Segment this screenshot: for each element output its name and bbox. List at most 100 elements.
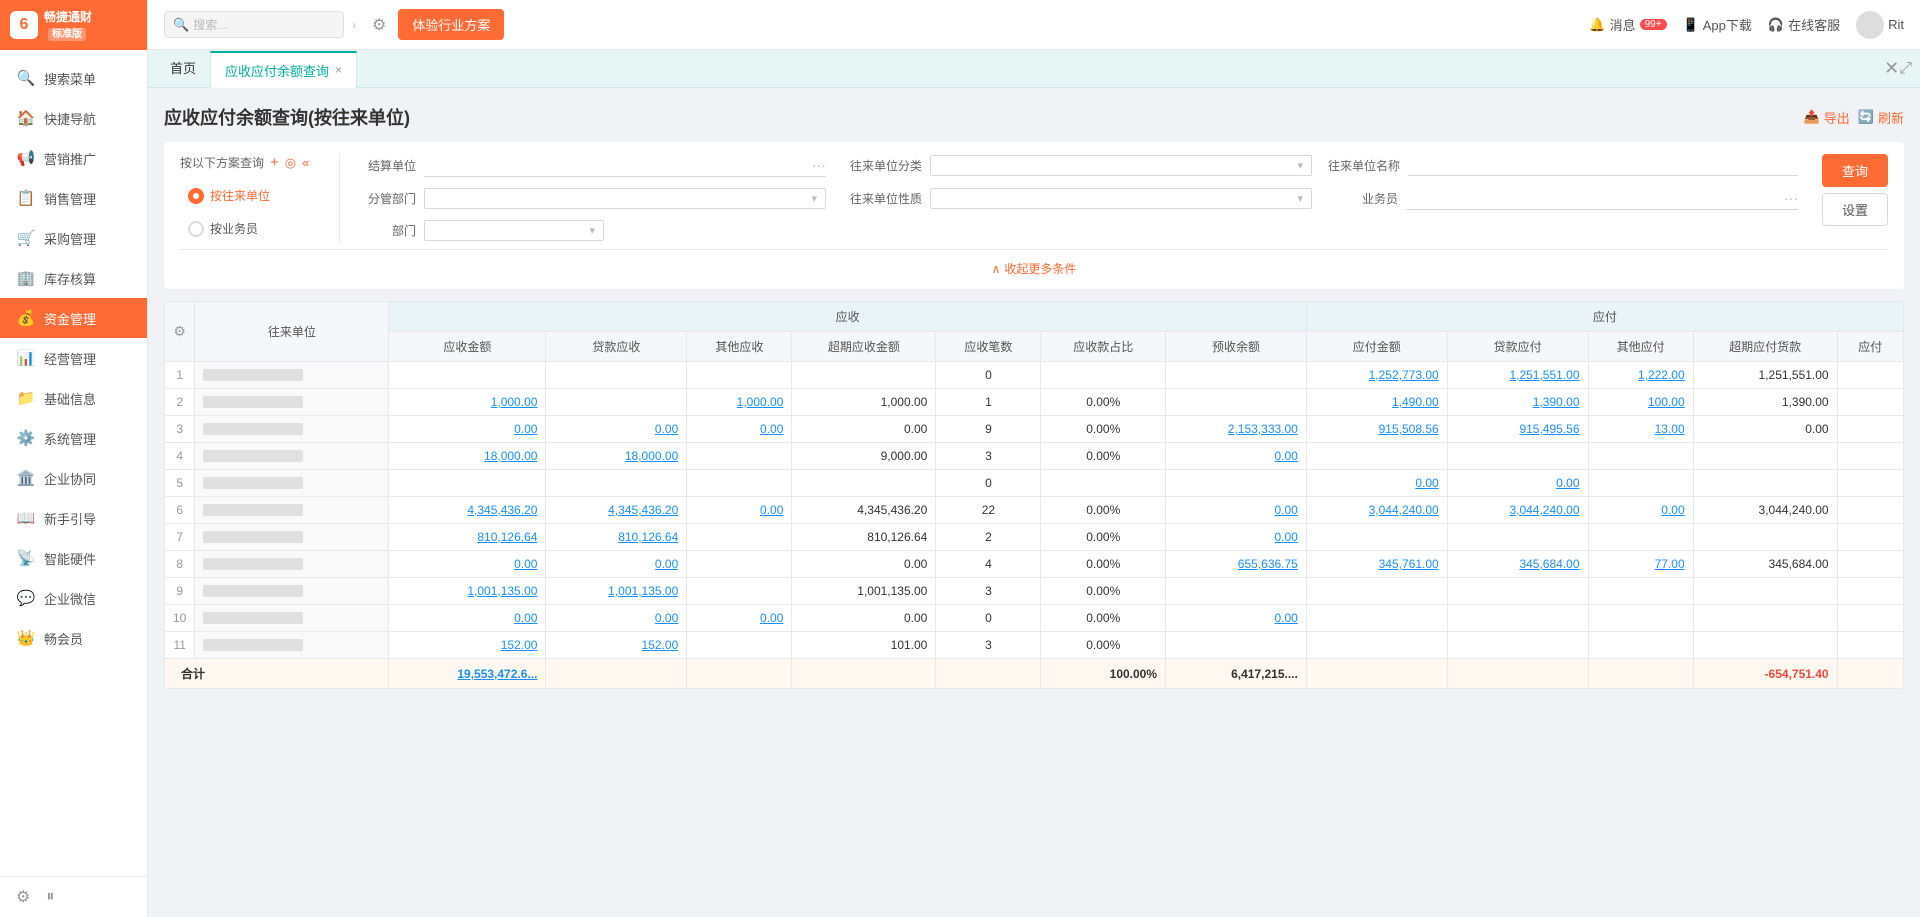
cell-recv-ratio	[1041, 362, 1166, 389]
table-row: 4 18,000.00 18,000.00 9,000.00 3 0.00% 0…	[165, 443, 1904, 470]
app-download-btn[interactable]: 📱 App下载	[1683, 15, 1752, 34]
total-recv-prepay: 6,417,215....	[1166, 659, 1307, 689]
cell-pay-amount: 1,490.00	[1306, 389, 1447, 416]
sidebar-item-basic[interactable]: 📁 基础信息	[0, 378, 147, 418]
sidebar-item-sales[interactable]: 📋 销售管理	[0, 178, 147, 218]
cell-num: 5	[165, 470, 195, 497]
sidebar-item-operation[interactable]: 📊 经营管理	[0, 338, 147, 378]
user-menu[interactable]: Rit	[1856, 11, 1904, 39]
sidebar-item-marketing[interactable]: 📢 营销推广	[0, 138, 147, 178]
cell-recv-loan: 1,001,135.00	[546, 578, 687, 605]
salesman-input[interactable]: ···	[1406, 187, 1798, 210]
cell-partner	[195, 389, 389, 416]
method-salesman[interactable]: 按业务员	[180, 214, 327, 243]
cell-recv-prepay: 0.00	[1166, 497, 1307, 524]
sidebar-collapse-icon[interactable]: ⏸	[46, 888, 54, 906]
cell-pay-loan: 0.00	[1447, 470, 1588, 497]
cell-recv-overdue: 1,000.00	[792, 389, 936, 416]
export-btn[interactable]: 📤 导出	[1804, 108, 1850, 127]
tab-home[interactable]: 首页	[156, 50, 210, 87]
dept-select[interactable]: ▾	[424, 220, 604, 241]
tab-close-icon[interactable]: ×	[335, 63, 342, 77]
fenguan-chevron: ▾	[811, 192, 817, 205]
sidebar-item-finance[interactable]: 💰 资金管理	[0, 298, 147, 338]
cell-recv-other: 1,000.00	[687, 389, 792, 416]
settings-btn[interactable]: 设置	[1822, 193, 1888, 226]
cell-recv-other	[687, 632, 792, 659]
jiesuan-text-input[interactable]	[424, 158, 812, 172]
sidebar-item-search-menu[interactable]: 🔍 搜索菜单	[0, 58, 147, 98]
sidebar-item-member[interactable]: 👑 畅会员	[0, 618, 147, 658]
table-header-settings[interactable]: ⚙	[165, 302, 195, 362]
total-pay-other	[1588, 659, 1693, 689]
trial-btn[interactable]: 体验行业方案	[398, 9, 504, 40]
online-service-btn[interactable]: 🎧 在线客服	[1768, 15, 1840, 34]
cell-pay-col	[1837, 416, 1903, 443]
cell-pay-loan	[1447, 632, 1588, 659]
cell-partner	[195, 362, 389, 389]
cell-recv-amount: 0.00	[389, 551, 546, 578]
jiesuan-dots-icon[interactable]: ···	[812, 157, 826, 173]
cell-recv-prepay: 0.00	[1166, 605, 1307, 632]
notification-label: 消息	[1610, 15, 1636, 34]
cell-recv-other: 0.00	[687, 416, 792, 443]
cell-pay-overdue	[1693, 605, 1837, 632]
laiying-type-select[interactable]: ▾	[930, 155, 1312, 176]
method-salesman-radio	[188, 221, 204, 237]
laiying-name-input[interactable]	[1408, 155, 1798, 176]
cell-recv-count: 2	[936, 524, 1041, 551]
salesman-dots-icon[interactable]: ···	[1784, 190, 1798, 206]
cell-recv-other	[687, 362, 792, 389]
sidebar-icon-marketing: 📢	[16, 148, 36, 168]
search-row-1: 结算单位 ··· 往来单位分类 ▾ 往来单位	[356, 154, 1798, 177]
field-laiying-name: 往来单位名称	[1328, 155, 1798, 176]
notifications-btn[interactable]: 🔔 消息 99+	[1589, 15, 1666, 34]
table-row: 1 0 1,252,773.00 1,251,551.00 1,222.00 1…	[165, 362, 1904, 389]
topbar-search-box[interactable]: 🔍 搜索...	[164, 11, 344, 38]
window-maximize-btn[interactable]: ⤢	[1899, 58, 1912, 79]
sidebar-item-system[interactable]: ⚙️ 系统管理	[0, 418, 147, 458]
fenguan-select[interactable]: ▾	[424, 188, 826, 209]
table-gear-icon[interactable]: ⚙	[173, 323, 186, 339]
page-actions: 📤 导出 🔄 刷新	[1804, 108, 1904, 127]
tabbar-right-controls: ✕ ⤢	[1884, 58, 1912, 79]
jiesuan-input[interactable]: ···	[424, 154, 826, 177]
collapse-btn[interactable]: ∧ 收起更多条件	[180, 260, 1888, 277]
topbar-gear-icon[interactable]: ⚙	[372, 15, 386, 35]
sidebar-item-hardware[interactable]: 📡 智能硬件	[0, 538, 147, 578]
add-scheme-icon[interactable]: +	[270, 154, 279, 171]
cell-pay-col	[1837, 524, 1903, 551]
laiying-name-text[interactable]	[1408, 158, 1798, 172]
query-btn[interactable]: 查询	[1822, 154, 1888, 187]
edit-scheme-icon[interactable]: ◎	[285, 155, 296, 171]
cell-recv-other	[687, 578, 792, 605]
cell-pay-loan	[1447, 443, 1588, 470]
cell-pay-overdue	[1693, 632, 1837, 659]
sidebar-item-purchase[interactable]: 🛒 采购管理	[0, 218, 147, 258]
window-close-btn[interactable]: ✕	[1884, 58, 1899, 79]
cell-num: 11	[165, 632, 195, 659]
th-recv-count: 应收笔数	[936, 332, 1041, 362]
cell-recv-overdue: 101.00	[792, 632, 936, 659]
export-icon: 📤	[1804, 109, 1820, 125]
sidebar-item-quick-nav[interactable]: 🏠 快捷导航	[0, 98, 147, 138]
sidebar-settings-icon[interactable]: ⚙	[16, 887, 30, 907]
tab-receivable[interactable]: 应收应付余额查询 ×	[210, 51, 357, 88]
sidebar-item-inventory[interactable]: 🏢 库存核算	[0, 258, 147, 298]
th-pay-loan: 贷款应付	[1447, 332, 1588, 362]
salesman-text[interactable]	[1406, 191, 1784, 205]
sidebar-item-guide[interactable]: 📖 新手引导	[0, 498, 147, 538]
method-partner[interactable]: 按往来单位	[180, 181, 327, 210]
sidebar-item-wechat[interactable]: 💬 企业微信	[0, 578, 147, 618]
app-download-label: App下载	[1703, 15, 1752, 34]
cell-recv-other: 0.00	[687, 605, 792, 632]
table-row: 3 0.00 0.00 0.00 0.00 9 0.00% 2,153,333.…	[165, 416, 1904, 443]
refresh-btn[interactable]: 🔄 刷新	[1858, 108, 1904, 127]
laiying-nature-select[interactable]: ▾	[930, 188, 1312, 209]
cell-pay-amount: 345,761.00	[1306, 551, 1447, 578]
prev-scheme-icon[interactable]: «	[302, 155, 309, 170]
sidebar-label-purchase: 采购管理	[44, 229, 96, 248]
cell-recv-overdue: 810,126.64	[792, 524, 936, 551]
sidebar-item-enterprise[interactable]: 🏛️ 企业协同	[0, 458, 147, 498]
cell-recv-loan: 4,345,436.20	[546, 497, 687, 524]
